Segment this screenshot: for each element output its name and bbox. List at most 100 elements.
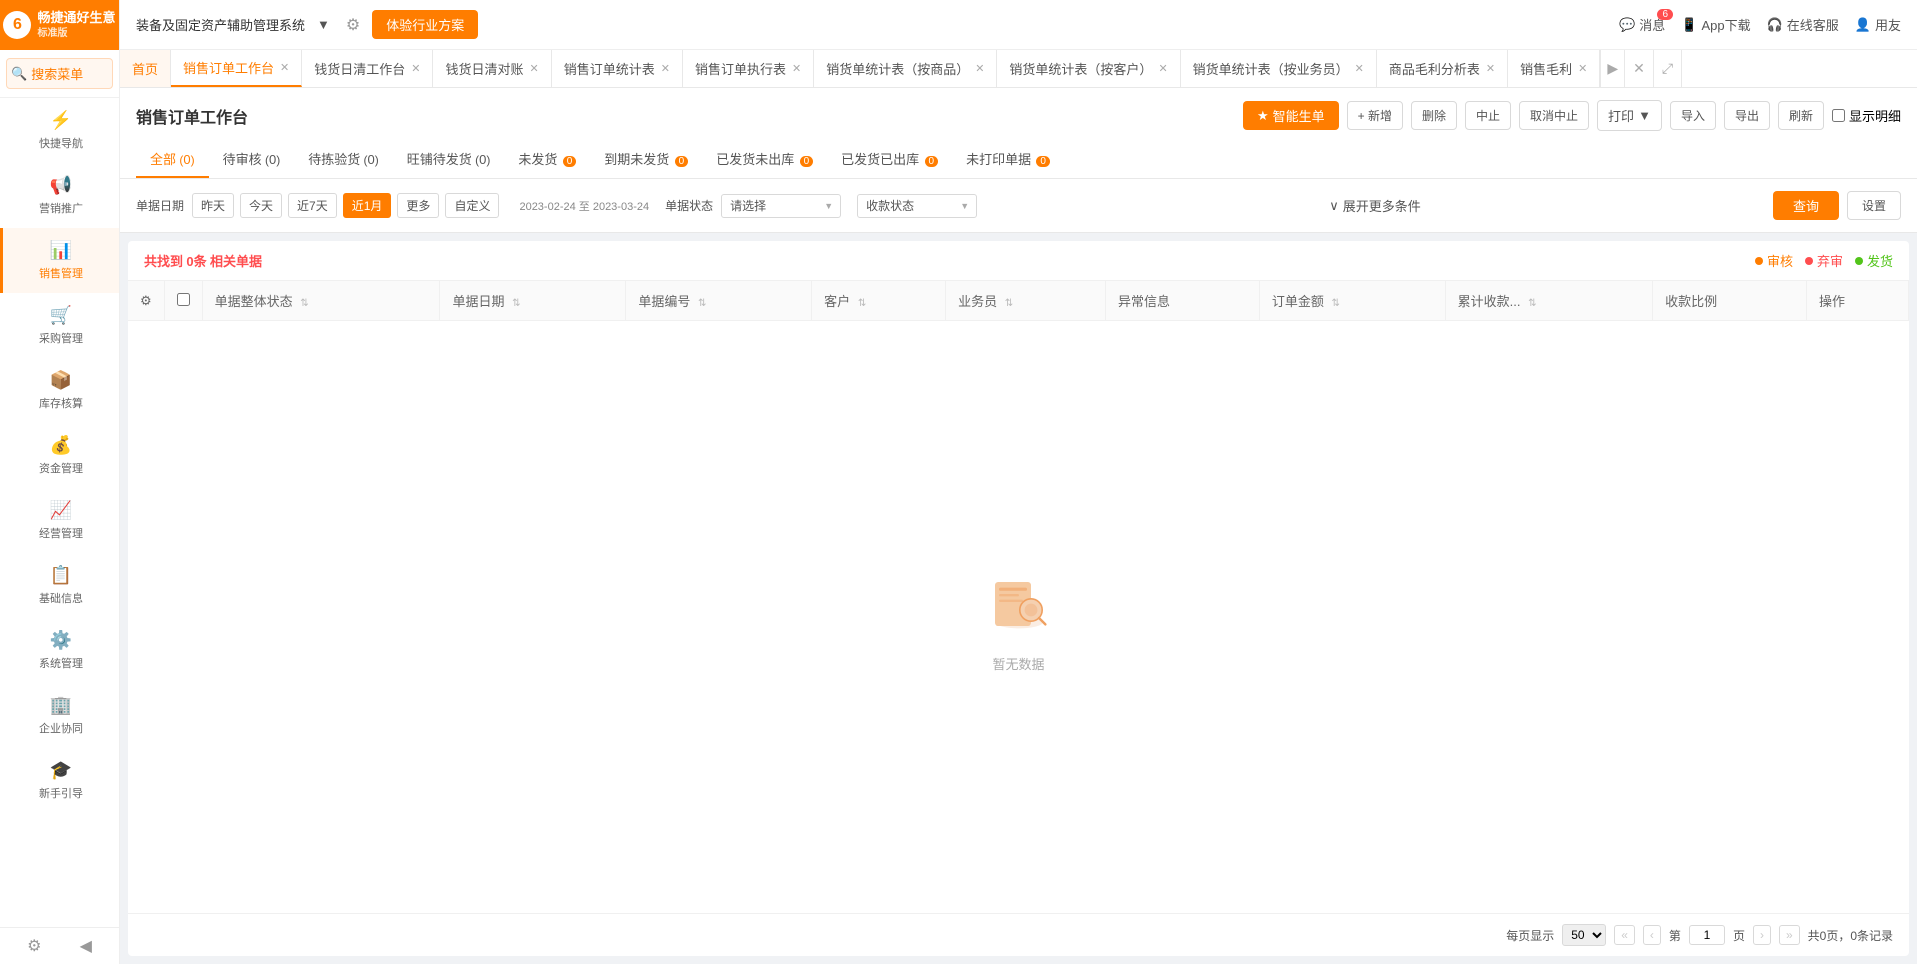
page-last-btn[interactable]: » (1779, 925, 1800, 945)
filter-tab-pending-inspect[interactable]: 待拣验货 (0) (294, 141, 393, 178)
sort-icon-date[interactable]: ⇅ (512, 298, 520, 309)
tab-home[interactable]: 首页 (120, 50, 171, 87)
search-menu-button[interactable]: 🔍 搜索菜单 (6, 58, 113, 89)
show-detail-checkbox[interactable] (1832, 109, 1845, 122)
ship-action[interactable]: 发货 (1855, 251, 1893, 270)
delete-button[interactable]: 删除 (1411, 101, 1457, 130)
col-settings[interactable]: ⚙ (128, 281, 164, 321)
cancel-review-action[interactable]: 弃审 (1805, 251, 1843, 270)
sort-icon-status[interactable]: ⇅ (300, 298, 308, 309)
filter-row: 单据日期 昨天 今天 近7天 近1月 更多 自定义 2023-02-24 至 2… (136, 191, 1901, 220)
tab-cash-reconcile[interactable]: 钱货日清对账 ✕ (433, 50, 551, 87)
sidebar-item-marketing[interactable]: 📢 营销推广 (0, 163, 119, 228)
tab-close-product[interactable]: ✕ (975, 62, 984, 75)
app-download-btn[interactable]: 📱 App下载 (1681, 15, 1750, 34)
sort-icon-amount[interactable]: ⇅ (1331, 298, 1339, 309)
select-all-checkbox[interactable] (177, 293, 190, 306)
sidebar-settings-btn[interactable]: ⚙ (27, 936, 41, 956)
sort-icon-staff[interactable]: ⇅ (1005, 298, 1013, 309)
tab-expand[interactable]: ⤢ (1654, 50, 1682, 87)
filter-tab-all[interactable]: 全部 (0) (136, 141, 209, 178)
tab-sales-stats-staff[interactable]: 销货单统计表（按业务员） ✕ (1181, 50, 1377, 87)
tab-close-cash-daily[interactable]: ✕ (411, 62, 420, 75)
page-next-btn[interactable]: › (1753, 925, 1771, 945)
date-today[interactable]: 今天 (240, 193, 282, 218)
tab-close-customer[interactable]: ✕ (1158, 62, 1167, 75)
marketing-icon: 📢 (50, 175, 72, 196)
tab-close-gross[interactable]: ✕ (1486, 62, 1495, 75)
filter-tab-shipped-warehoused[interactable]: 已发货已出库 0 (827, 141, 952, 178)
sidebar-item-finance[interactable]: 💰 资金管理 (0, 423, 119, 488)
solution-button[interactable]: 体验行业方案 (372, 10, 478, 39)
page-prev-btn[interactable]: ‹ (1643, 925, 1661, 945)
tab-sales-order-exec[interactable]: 销售订单执行表 ✕ (683, 50, 814, 87)
date-last-month[interactable]: 近1月 (343, 193, 392, 218)
stop-button[interactable]: 中止 (1465, 101, 1511, 130)
online-service-btn[interactable]: 🎧 在线客服 (1767, 15, 1839, 34)
review-dot (1755, 257, 1763, 265)
status-filter: 单据状态 请选择 (665, 194, 841, 218)
sidebar-item-quick-nav[interactable]: ⚡ 快捷导航 (0, 98, 119, 163)
import-button[interactable]: 导入 (1670, 101, 1716, 130)
sidebar-item-operations[interactable]: 📈 经营管理 (0, 488, 119, 553)
filter-settings-button[interactable]: 设置 (1847, 191, 1901, 220)
payment-select[interactable]: 收款状态 (857, 194, 977, 218)
date-yesterday[interactable]: 昨天 (192, 193, 234, 218)
export-button[interactable]: 导出 (1724, 101, 1770, 130)
topbar-gear-icon[interactable]: ⚙ (346, 15, 360, 35)
filter-tab-wangpu[interactable]: 旺铺待发货 (0) (393, 141, 505, 178)
tab-gross-profit[interactable]: 商品毛利分析表 ✕ (1377, 50, 1508, 87)
tab-nav-more[interactable]: ▶ (1600, 50, 1624, 87)
tab-sales-order-workbench[interactable]: 销售订单工作台 ✕ (171, 50, 302, 87)
tab-close-profit[interactable]: ✕ (1578, 62, 1587, 75)
tab-close-cash-reconcile[interactable]: ✕ (530, 62, 539, 75)
sort-icon-collected[interactable]: ⇅ (1528, 298, 1536, 309)
sidebar-item-purchase[interactable]: 🛒 采购管理 (0, 293, 119, 358)
sidebar-collapse-btn[interactable]: ◀ (80, 936, 92, 956)
filter-tab-shipped-not-warehoused[interactable]: 已发货未出库 0 (702, 141, 827, 178)
tab-sales-profit[interactable]: 销售毛利 ✕ (1508, 50, 1600, 87)
tab-close-staff[interactable]: ✕ (1355, 62, 1364, 75)
review-action[interactable]: 审核 (1755, 251, 1793, 270)
tab-close-exec[interactable]: ✕ (792, 62, 801, 75)
sidebar-item-inventory[interactable]: 📦 库存核算 (0, 358, 119, 423)
print-button[interactable]: 打印 ▼ (1597, 100, 1662, 131)
tab-cash-daily[interactable]: 钱货日清工作台 ✕ (302, 50, 433, 87)
sidebar-item-enterprise[interactable]: 🏢 企业协同 (0, 683, 119, 748)
user-menu[interactable]: 👤 用友 (1855, 15, 1901, 34)
page-first-btn[interactable]: « (1614, 925, 1635, 945)
status-select[interactable]: 请选择 (721, 194, 841, 218)
expand-more-btn[interactable]: ∨ 展开更多条件 (1329, 196, 1421, 215)
date-custom[interactable]: 自定义 (445, 193, 499, 218)
show-detail-label[interactable]: 显示明细 (1832, 106, 1901, 125)
cancel-stop-button[interactable]: 取消中止 (1519, 101, 1589, 130)
tab-close-stats[interactable]: ✕ (661, 62, 670, 75)
page-input[interactable] (1689, 925, 1725, 945)
new-button[interactable]: + 新增 (1347, 101, 1403, 130)
tab-close-sales-order[interactable]: ✕ (280, 61, 289, 74)
tab-sales-stats-customer[interactable]: 销货单统计表（按客户） ✕ (997, 50, 1180, 87)
query-button[interactable]: 查询 (1773, 191, 1839, 220)
not-printed-badge: 0 (1036, 156, 1050, 167)
smart-create-button[interactable]: ★ 智能生单 (1243, 101, 1339, 130)
refresh-button[interactable]: 刷新 (1778, 101, 1824, 130)
per-page-select[interactable]: 50 (1562, 924, 1606, 946)
filter-tab-not-printed[interactable]: 未打印单据 0 (952, 141, 1064, 178)
sidebar-item-system[interactable]: ⚙️ 系统管理 (0, 618, 119, 683)
sidebar-item-sales[interactable]: 📊 销售管理 (0, 228, 119, 293)
filter-tab-pending-review[interactable]: 待审核 (0) (209, 141, 295, 178)
message-btn[interactable]: 💬 消息 6 (1619, 15, 1665, 34)
sidebar-item-guide[interactable]: 🎓 新手引导 (0, 748, 119, 813)
tab-sales-stats-product[interactable]: 销货单统计表（按商品） ✕ (814, 50, 997, 87)
sidebar-item-basic-info[interactable]: 📋 基础信息 (0, 553, 119, 618)
sort-icon-customer[interactable]: ⇅ (858, 298, 866, 309)
sort-icon-number[interactable]: ⇅ (698, 298, 706, 309)
filter-tab-expired[interactable]: 到期未发货 0 (590, 141, 702, 178)
filter-tab-not-shipped[interactable]: 未发货 0 (504, 141, 590, 178)
module-dropdown[interactable]: ▼ (317, 17, 330, 32)
date-last7[interactable]: 近7天 (288, 193, 337, 218)
tab-sales-order-stats[interactable]: 销售订单统计表 ✕ (552, 50, 683, 87)
tab-close-all[interactable]: ✕ (1625, 50, 1654, 87)
payment-select-wrap: 收款状态 (857, 194, 977, 218)
date-more[interactable]: 更多 (397, 193, 439, 218)
